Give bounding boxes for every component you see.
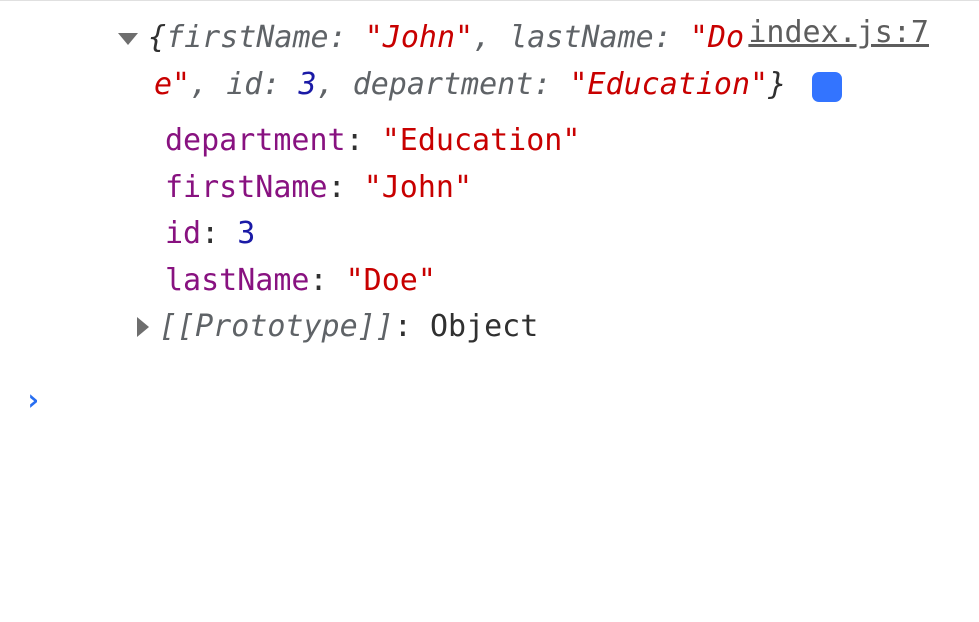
brace-close: }	[768, 67, 786, 102]
summary-key-lastname: lastName:	[509, 20, 672, 55]
expand-arrow-right-icon[interactable]	[137, 317, 149, 337]
prototype-key: [[Prototype]]	[159, 309, 394, 344]
brace-open: {	[148, 20, 166, 55]
source-link[interactable]: index.js:7	[748, 15, 929, 50]
property-row[interactable]: firstName: "John"	[165, 165, 959, 212]
summary-val-department: "Education"	[569, 67, 768, 102]
property-key: department	[165, 123, 346, 158]
property-value: "Doe"	[346, 263, 436, 298]
summary-key-department: department:	[353, 67, 552, 102]
property-value: 3	[237, 216, 255, 251]
property-value: "Education"	[382, 123, 581, 158]
property-row[interactable]: lastName: "Doe"	[165, 258, 959, 305]
expand-arrow-down-icon[interactable]	[118, 33, 138, 45]
prototype-value: Object	[430, 309, 538, 344]
console-prompt[interactable]: ›	[0, 383, 979, 418]
console-panel: index.js:7 {firstName: "John", lastName:…	[0, 0, 979, 622]
console-log-entry: index.js:7 {firstName: "John", lastName:…	[0, 9, 979, 357]
summary-key-firstname: firstName:	[166, 20, 347, 55]
summary-val-id: 3	[299, 67, 317, 102]
summary-key-id: id:	[226, 67, 280, 102]
property-key: id	[165, 216, 201, 251]
chevron-right-icon: ›	[24, 383, 42, 418]
property-key: firstName	[165, 170, 328, 205]
prototype-row[interactable]: [[Prototype]]: Object	[137, 304, 959, 351]
property-value: "John"	[364, 170, 472, 205]
summary-val-firstname: "John"	[365, 20, 473, 55]
property-row[interactable]: department: "Education"	[165, 118, 959, 165]
property-key: lastName	[165, 263, 310, 298]
property-row[interactable]: id: 3	[165, 211, 959, 258]
object-properties: department: "Education" firstName: "John…	[165, 118, 959, 351]
info-icon[interactable]: i	[812, 72, 842, 102]
